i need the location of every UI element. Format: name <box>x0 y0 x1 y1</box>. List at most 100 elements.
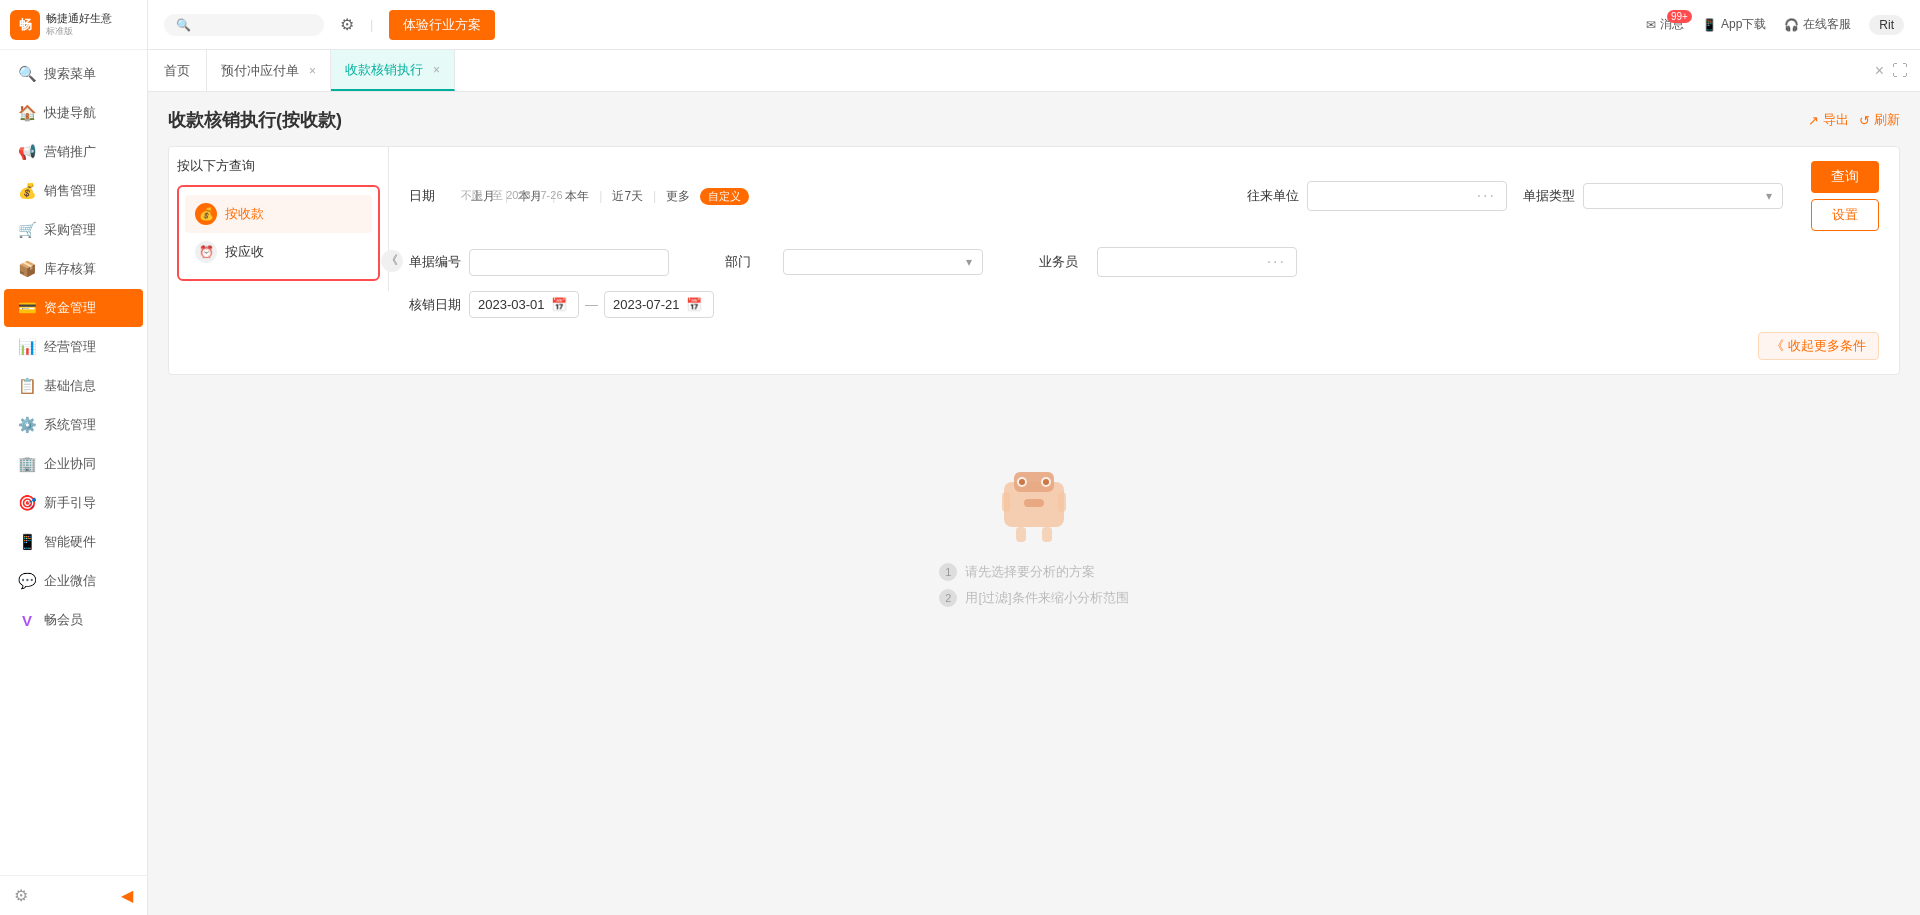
filter-option-by-receipt[interactable]: 💰 按收款 <box>185 195 372 233</box>
page-content: 收款核销执行(按收款) ↗ 导出 ↺ 刷新 按以下方查询 <box>148 92 1920 915</box>
tip-2-num: 2 <box>939 589 957 607</box>
filter-more-row: 《 收起更多条件 <box>409 332 1879 360</box>
tabbar-actions: × ⛶ <box>1875 50 1920 91</box>
system-icon: ⚙️ <box>18 416 36 434</box>
collapse-more-button[interactable]: 《 收起更多条件 <box>1758 332 1879 360</box>
counterparty-dots-icon: ··· <box>1477 187 1496 205</box>
sidebar-item-funds[interactable]: 💳 资金管理 <box>4 289 143 327</box>
bill-no-field: 单据编号 <box>409 249 669 276</box>
solution-button[interactable]: 体验行业方案 <box>389 10 495 40</box>
receivable-option-label: 按应收 <box>225 243 264 261</box>
employee-label: 业务员 <box>1039 253 1089 271</box>
tab-prepay-label: 预付冲应付单 <box>221 62 299 80</box>
bill-type-field: 单据类型 ▾ <box>1523 183 1783 209</box>
purchase-icon: 🛒 <box>18 221 36 239</box>
svg-point-4 <box>1019 479 1025 485</box>
sales-icon: 💰 <box>18 182 36 200</box>
sidebar-item-system-label: 系统管理 <box>44 416 96 434</box>
bill-type-chevron-icon: ▾ <box>1766 189 1772 203</box>
sidebar-item-enterprise[interactable]: 🏢 企业协同 <box>4 445 143 483</box>
marketing-icon: 📢 <box>18 143 36 161</box>
tab-home[interactable]: 首页 <box>148 50 207 91</box>
tab-receivable-label: 收款核销执行 <box>345 61 423 79</box>
date-last-7days-btn[interactable]: 近7天 <box>608 186 647 207</box>
sidebar-item-marketing[interactable]: 📢 营销推广 <box>4 133 143 171</box>
svg-point-5 <box>1043 479 1049 485</box>
message-button[interactable]: ✉ 消息 99+ <box>1646 16 1684 33</box>
tab-receivable-close-icon[interactable]: × <box>433 63 440 77</box>
sidebar-item-purchase-label: 采购管理 <box>44 221 96 239</box>
verify-date-label: 核销日期 <box>409 296 461 314</box>
refresh-label: 刷新 <box>1874 111 1900 129</box>
tip-2-text: 用[过滤]条件来缩小分析范围 <box>965 589 1128 607</box>
sidebar-item-basic-label: 基础信息 <box>44 377 96 395</box>
dept-select[interactable]: ▾ <box>783 249 983 275</box>
empty-tip-2: 2 用[过滤]条件来缩小分析范围 <box>939 589 1128 607</box>
topbar-divider: | <box>370 17 373 32</box>
sidebar-item-system[interactable]: ⚙️ 系统管理 <box>4 406 143 444</box>
setting-button[interactable]: 设置 <box>1811 199 1879 231</box>
calendar-start-icon: 📅 <box>551 297 567 312</box>
tip-1-text: 请先选择要分析的方案 <box>965 563 1095 581</box>
expand-tab-icon[interactable]: ⛶ <box>1892 62 1908 80</box>
verify-date-group: 2023-03-01 📅 — 2023-07-21 📅 <box>469 291 714 318</box>
calendar-end-icon: 📅 <box>686 297 702 312</box>
date-this-year-btn[interactable]: 本年 <box>561 186 593 207</box>
verify-date-end-input[interactable]: 2023-07-21 📅 <box>604 291 714 318</box>
tab-receivable[interactable]: 收款核销执行 × <box>331 50 455 91</box>
sidebar-item-operation[interactable]: 📊 经营管理 <box>4 328 143 366</box>
empty-state: 1 请先选择要分析的方案 2 用[过滤]条件来缩小分析范围 <box>168 387 1900 647</box>
filter-row-3: 核销日期 2023-03-01 📅 — 2023-07-21 📅 <box>409 291 1879 318</box>
sidebar-item-wechat[interactable]: 💬 企业微信 <box>4 562 143 600</box>
collapse-filter-left-icon[interactable]: 《 <box>381 250 403 272</box>
filter-left-title: 按以下方查询 <box>177 157 380 175</box>
bill-type-select[interactable]: ▾ <box>1583 183 1783 209</box>
export-button[interactable]: ↗ 导出 <box>1808 111 1849 129</box>
verify-date-start-input[interactable]: 2023-03-01 📅 <box>469 291 579 318</box>
sidebar-item-guide[interactable]: 🎯 新手引导 <box>4 484 143 522</box>
topbar-gear-icon[interactable]: ⚙ <box>340 15 354 34</box>
employee-select[interactable]: ··· <box>1097 247 1297 277</box>
bill-no-input[interactable] <box>469 249 669 276</box>
logo-app-name: 畅捷通好生意 <box>46 11 112 25</box>
sidebar-item-hardware[interactable]: 📱 智能硬件 <box>4 523 143 561</box>
settings-icon[interactable]: ⚙ <box>14 886 28 905</box>
refresh-button[interactable]: ↺ 刷新 <box>1859 111 1900 129</box>
filter-option-by-receivable[interactable]: ⏰ 按应收 <box>185 233 372 271</box>
tip-1-num: 1 <box>939 563 957 581</box>
page-title: 收款核销执行(按收款) <box>168 108 342 132</box>
sidebar-item-search[interactable]: 🔍 搜索菜单 <box>4 55 143 93</box>
page-title-bar: 收款核销执行(按收款) ↗ 导出 ↺ 刷新 <box>168 108 1900 132</box>
sidebar-item-sales[interactable]: 💰 销售管理 <box>4 172 143 210</box>
app-download-button[interactable]: 📱 App下载 <box>1702 16 1766 33</box>
sidebar-item-purchase[interactable]: 🛒 采购管理 <box>4 211 143 249</box>
tab-prepay[interactable]: 预付冲应付单 × <box>207 50 331 91</box>
service-icon: 🎧 <box>1784 18 1799 32</box>
sidebar-item-quick[interactable]: 🏠 快捷导航 <box>4 94 143 132</box>
empty-state-icon <box>984 447 1084 547</box>
message-badge: 99+ <box>1667 10 1692 23</box>
query-button[interactable]: 查询 <box>1811 161 1879 193</box>
close-tab-icon[interactable]: × <box>1875 62 1884 80</box>
sidebar-item-member[interactable]: V 畅会员 <box>4 601 143 639</box>
tab-home-label: 首页 <box>164 62 190 80</box>
svg-rect-10 <box>1042 527 1052 542</box>
receipt-option-icon: 💰 <box>195 203 217 225</box>
bill-type-label: 单据类型 <box>1523 187 1575 205</box>
service-label: 在线客服 <box>1803 16 1851 33</box>
online-service-button[interactable]: 🎧 在线客服 <box>1784 16 1851 33</box>
collapse-sidebar-icon[interactable]: ◀︎ <box>121 886 133 905</box>
tab-prepay-close-icon[interactable]: × <box>309 64 316 78</box>
sidebar-item-basic[interactable]: 📋 基础信息 <box>4 367 143 405</box>
basic-icon: 📋 <box>18 377 36 395</box>
sidebar-footer: ⚙ ◀︎ <box>0 875 147 915</box>
topbar-search[interactable]: 🔍 <box>164 14 324 36</box>
date-label: 日期 <box>409 187 459 205</box>
counterparty-select[interactable]: ··· <box>1307 181 1507 211</box>
user-profile-button[interactable]: Rit <box>1869 15 1904 35</box>
verify-date-field: 核销日期 2023-03-01 📅 — 2023-07-21 📅 <box>409 291 714 318</box>
date-more-btn[interactable]: 更多 <box>662 186 694 207</box>
date-field: 日期 上月 | 本月 | 本年 | 近7天 | 更多 自定义 <box>409 186 749 207</box>
employee-dots-icon: ··· <box>1267 253 1286 271</box>
sidebar-item-inventory[interactable]: 📦 库存核算 <box>4 250 143 288</box>
